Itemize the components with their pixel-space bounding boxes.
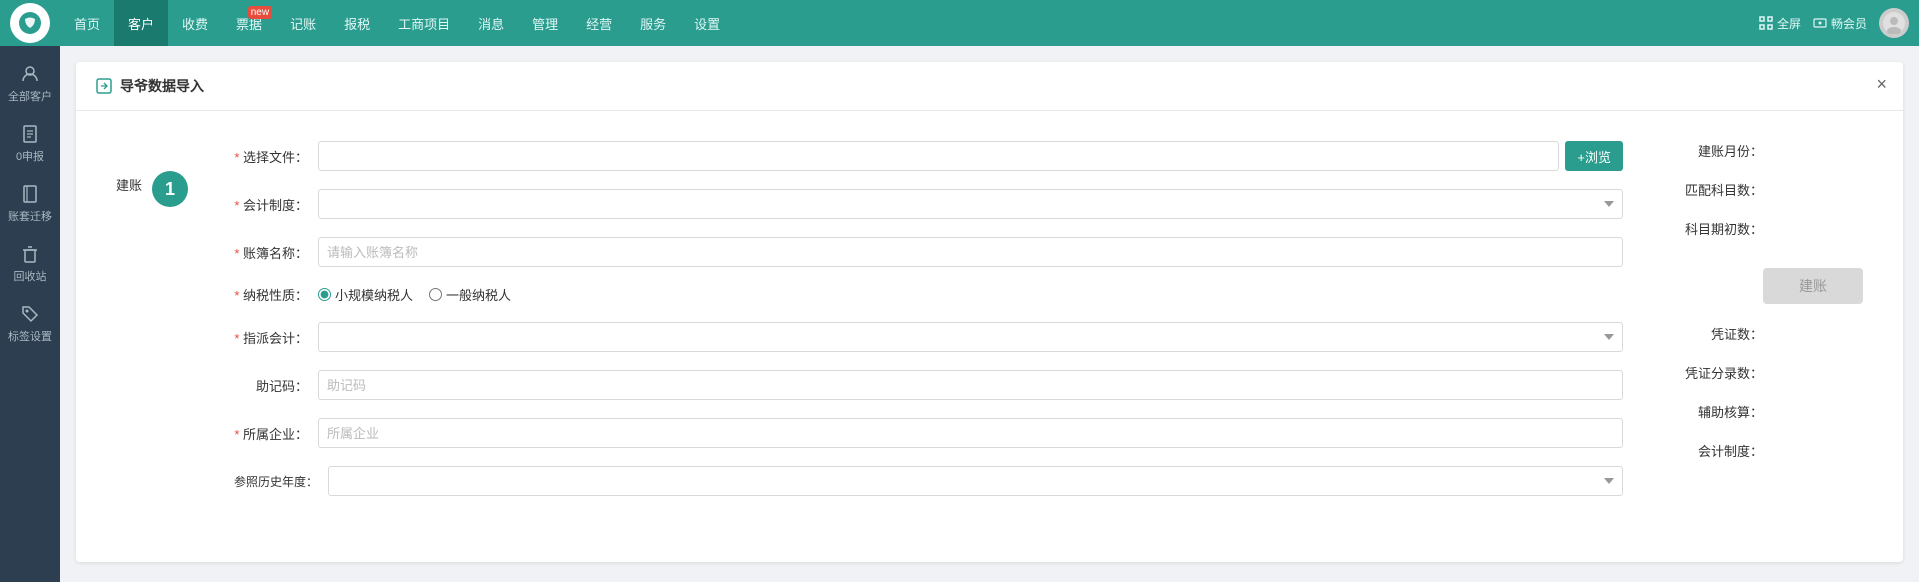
tax-option2-label[interactable]: 一般纳税人 [429,285,511,304]
accounting-system-row: 会计制度： [228,189,1623,219]
tag-icon [20,304,40,324]
nav-item-billing[interactable]: 收费 [168,0,222,46]
sidebar-item-all-customers[interactable]: 全部客户 [0,54,60,114]
info-accounting-system-label: 会计制度： [1663,441,1763,460]
top-navigation: 首页 客户 收费 票据 new 记账 报税 工商项目 消息 管理 经营 服务 设… [0,0,1919,46]
nav-item-management[interactable]: 管理 [518,0,572,46]
file-label: 选择文件： [228,147,318,166]
company-row: 所属企业： [228,418,1623,448]
nav-item-messages[interactable]: 消息 [464,0,518,46]
file-row: 选择文件： +浏览 [228,141,1623,171]
build-month-label: 建账月份： [1663,141,1763,160]
voucher-count-label: 凭证数： [1663,324,1763,343]
step-label: 建账 [116,175,142,194]
accountant-label: 指派会计： [228,328,318,347]
fullscreen-btn[interactable]: 全屏 [1759,15,1801,32]
match-subjects-label: 匹配科目数： [1663,180,1763,199]
sidebar-item-zero-declaration[interactable]: 0申报 [0,114,60,174]
nav-item-bookkeeping[interactable]: 记账 [276,0,330,46]
voucher-entries-label: 凭证分录数： [1663,363,1763,382]
accountant-select[interactable] [318,322,1623,352]
tax-option1-label[interactable]: 小规模纳税人 [318,285,413,304]
close-button[interactable]: × [1876,74,1887,95]
build-month-row: 建账月份： [1663,141,1863,160]
logo [10,3,50,43]
fullscreen-icon [1759,16,1773,30]
new-badge: new [248,6,272,19]
file-icon [20,124,40,144]
memo-code-row: 助记码： [228,370,1623,400]
nav-item-home[interactable]: 首页 [60,0,114,46]
sidebar-item-recycle-bin[interactable]: 回收站 [0,234,60,294]
step-badge: 1 [152,171,188,207]
nav-right-controls: 全屏 畅会员 [1759,8,1909,38]
tax-option1-radio[interactable] [318,288,331,301]
sidebar-item-account-migration[interactable]: 账套迁移 [0,174,60,234]
subject-init-row: 科目期初数： [1663,219,1863,238]
form-right: 建账月份： 匹配科目数： 科目期初数： 建账 凭证 [1663,141,1863,514]
sidebar-item-tag-settings[interactable]: 标签设置 [0,294,60,354]
browse-button[interactable]: +浏览 [1565,141,1623,171]
historical-year-row: 参照历史年度： [228,466,1623,496]
nav-item-settings[interactable]: 设置 [680,0,734,46]
match-subjects-row: 匹配科目数： [1663,180,1863,199]
nav-item-services[interactable]: 服务 [626,0,680,46]
main-layout: 全部客户 0申报 账套迁移 回收站 [0,46,1919,582]
form-left: 选择文件： +浏览 会计制度： [228,141,1623,514]
subject-init-label: 科目期初数： [1663,219,1763,238]
nav-menu: 首页 客户 收费 票据 new 记账 报税 工商项目 消息 管理 经营 服务 设… [60,0,1759,46]
nav-item-invoices[interactable]: 票据 new [222,0,276,46]
memo-code-label: 助记码： [228,376,318,395]
accountant-row: 指派会计： [228,322,1623,352]
ledger-name-input[interactable] [318,237,1623,267]
tax-nature-label: 纳税性质： [228,285,318,304]
accounting-system-label: 会计制度： [228,195,318,214]
file-input-group: +浏览 [318,141,1623,171]
dialog-card: 导爷数据导入 × 建账 1 选择文件： +浏览 [76,62,1903,562]
historical-year-label: 参照历史年度： [228,473,328,490]
ledger-name-row: 账簿名称： [228,237,1623,267]
accounting-system-select[interactable] [318,189,1623,219]
avatar-icon [1883,12,1905,34]
content-area: 导爷数据导入 × 建账 1 选择文件： +浏览 [60,46,1919,582]
info-accounting-system-row: 会计制度： [1663,441,1863,460]
avatar[interactable] [1879,8,1909,38]
dialog-title: 导爷数据导入 [120,76,204,96]
sidebar: 全部客户 0申报 账套迁移 回收站 [0,46,60,582]
tax-nature-row: 纳税性质： 小规模纳税人 一般纳税人 [228,285,1623,304]
company-input[interactable] [318,418,1623,448]
ledger-name-label: 账簿名称： [228,243,318,262]
historical-year-select[interactable] [328,466,1623,496]
memo-code-input[interactable] [318,370,1623,400]
vip-icon [1813,16,1827,30]
nav-item-business[interactable]: 工商项目 [384,0,464,46]
book-icon [20,184,40,204]
trash-icon [20,244,40,264]
nav-item-customers[interactable]: 客户 [114,0,168,46]
vip-btn[interactable]: 畅会员 [1813,15,1867,32]
dialog-body: 建账 1 选择文件： +浏览 会计制度： [76,111,1903,544]
file-input[interactable] [318,141,1559,171]
nav-item-operations[interactable]: 经营 [572,0,626,46]
company-label: 所属企业： [228,424,318,443]
user-icon [20,64,40,84]
import-icon [96,78,112,94]
voucher-entries-row: 凭证分录数： [1663,363,1863,382]
nav-item-tax[interactable]: 报税 [330,0,384,46]
build-account-button[interactable]: 建账 [1763,268,1863,304]
step-section: 建账 1 [116,141,188,514]
aux-accounting-row: 辅助核算： [1663,402,1863,421]
aux-accounting-label: 辅助核算： [1663,402,1763,421]
dialog-header: 导爷数据导入 [76,62,1903,111]
voucher-count-row: 凭证数： [1663,324,1863,343]
tax-nature-radio-group: 小规模纳税人 一般纳税人 [318,285,511,304]
tax-option2-radio[interactable] [429,288,442,301]
